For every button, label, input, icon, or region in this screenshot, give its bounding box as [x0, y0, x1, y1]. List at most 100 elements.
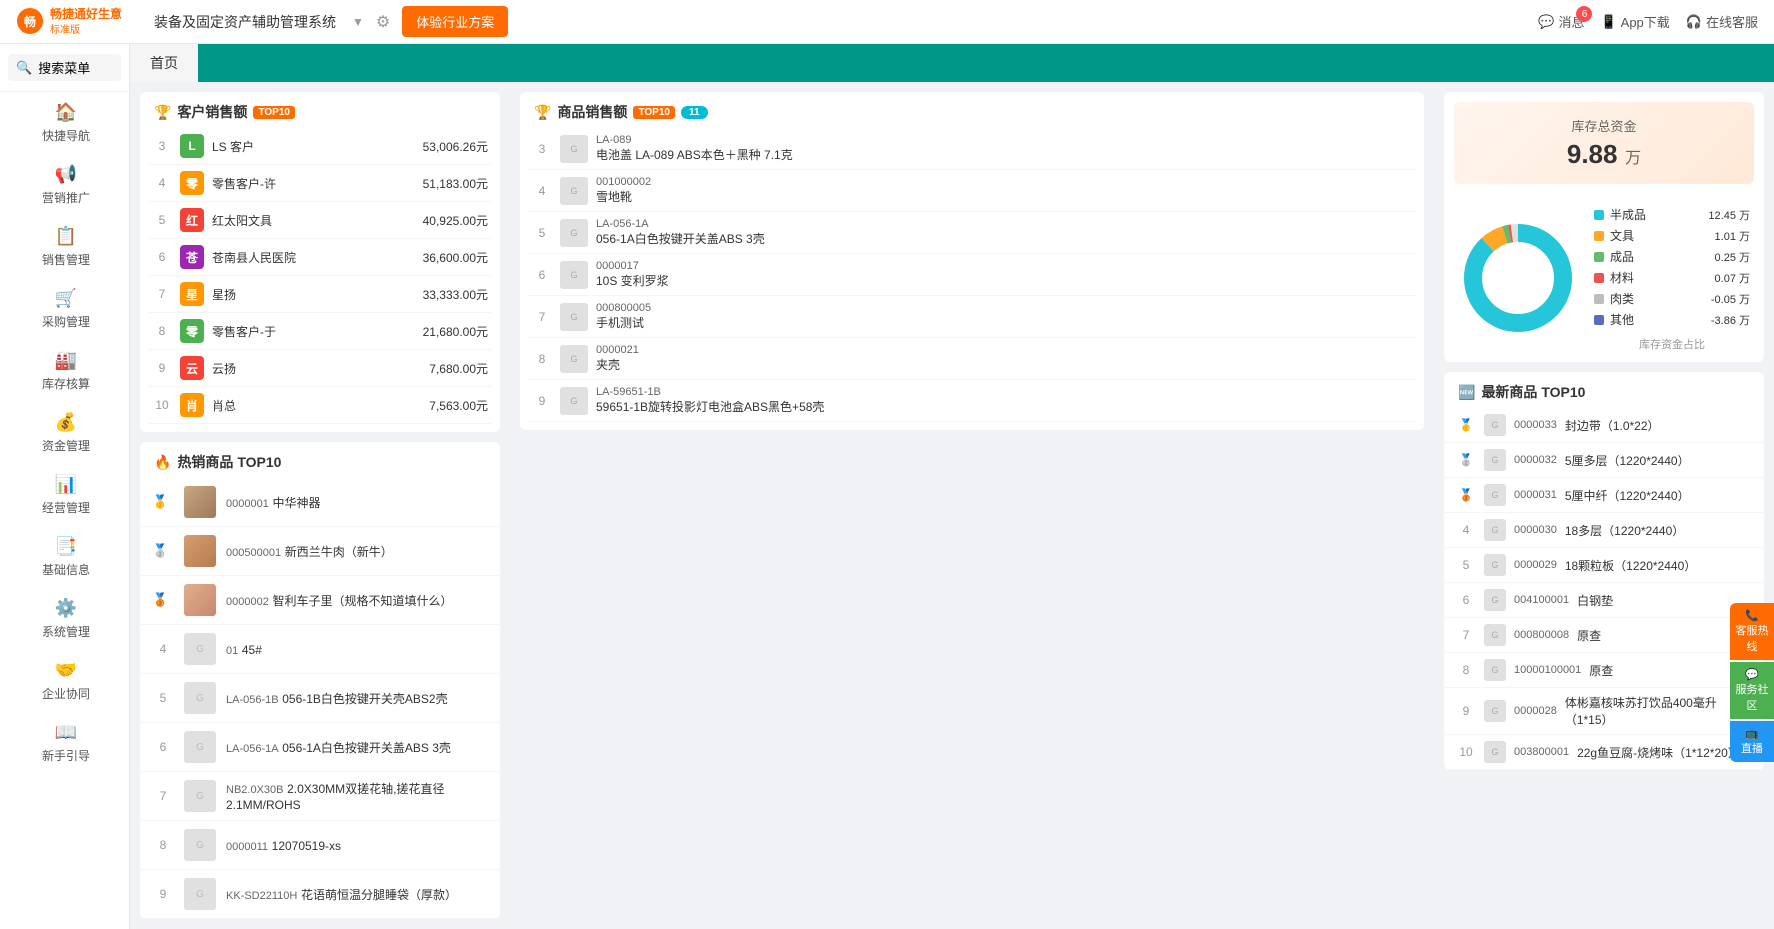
legend-val: -3.86 万 [1711, 312, 1750, 328]
latest-prod-4[interactable]: 4 G 0000030 18多层（1220*2440） [1444, 513, 1764, 548]
sidebar: 🔍 搜索菜单 🏠 快捷导航 📢 营销推广 📋 销售管理 🛒 采购管理 🏭 库存核… [0, 44, 130, 929]
hot-product-4[interactable]: 4 G 01 45# [140, 625, 500, 674]
sidebar-item-marketing[interactable]: 📢 营销推广 [0, 154, 129, 216]
customer-item-5[interactable]: 5 红 红太阳文具 40,925.00元 [148, 202, 492, 239]
sidebar-item-operations[interactable]: 📊 经营管理 [0, 464, 129, 526]
cust-amount: 53,006.26元 [423, 138, 488, 155]
cs-float: 📞 客服热线 💬 服务社区 📺 直播 [1730, 603, 1774, 762]
hot-products-header: 🔥 热销商品 TOP10 [140, 442, 500, 478]
customer-item-9[interactable]: 9 云 云扬 7,680.00元 [148, 350, 492, 387]
hot-product-9[interactable]: 9 G KK-SD22110H 花语萌恒温分腿睡袋（厚款） [140, 870, 500, 919]
cust-amount: 36,600.00元 [423, 249, 488, 266]
cust-name: LS 客户 [212, 138, 415, 155]
latest-prod-10[interactable]: 10 G 003800001 22g鱼豆腐-烧烤味（1*12*20） [1444, 735, 1764, 770]
hot-product-5[interactable]: 5 G LA-056-1B 056-1B白色按键开关壳ABS2壳 [140, 674, 500, 723]
product-item-7[interactable]: 7 G 000800005 手机测试 [528, 296, 1416, 338]
hot-prod-info: LA-056-1B 056-1B白色按键开关壳ABS2壳 [226, 690, 488, 707]
app-download-action[interactable]: 📱 App下载 [1600, 12, 1669, 31]
latest-prod-3[interactable]: 🥉 G 0000031 5厘中纤（1220*2440） [1444, 478, 1764, 513]
hot-products-title: 热销商品 TOP10 [177, 452, 281, 472]
hot-product-7[interactable]: 7 G NB2.0X30B 2.0X30MM双搓花轴,搓花直径2.1MM/ROH… [140, 772, 500, 821]
latest-products-card: 🆕 最新商品 TOP10 🥇 G 0000033 封边带（1.0*22） 🥈 [1444, 372, 1764, 770]
prod-details: LA-056-1A 056-1A白色按键开关盖ABS 3壳 [596, 218, 1412, 247]
ops-icon: 📊 [55, 474, 77, 495]
online-service-action[interactable]: 🎧 在线客服 [1686, 12, 1758, 31]
rank-num: 7 [152, 789, 174, 803]
hot-product-1[interactable]: 🥇 0000001 中华神器 [140, 478, 500, 527]
hot-product-6[interactable]: 6 G LA-056-1A 056-1A白色按键开关盖ABS 3壳 [140, 723, 500, 772]
rank-1-icon: 🥇 [152, 494, 174, 510]
sidebar-item-sales[interactable]: 📋 销售管理 [0, 216, 129, 278]
prod-img: G [560, 303, 588, 331]
donut-area: 半成品 12.45 万 文具 1.01 万 成品 0 [1444, 194, 1764, 362]
rank-num: 4 [152, 176, 172, 190]
cs-community-btn[interactable]: 💬 服务社区 [1730, 662, 1774, 719]
tab-home[interactable]: 首页 [130, 44, 198, 82]
prod-rank: 5 [532, 226, 552, 240]
latest-prod-8[interactable]: 8 G 10000100001 原查 [1444, 653, 1764, 688]
product-item-3[interactable]: 3 G LA-089 电池盖 LA-089 ABS本色＋黑种 7.1克 [528, 128, 1416, 170]
lp-img: G [1484, 659, 1506, 681]
cs-live-btn[interactable]: 📺 直播 [1730, 721, 1774, 762]
trial-btn[interactable]: 体验行业方案 [402, 6, 508, 37]
sidebar-item-system[interactable]: ⚙️ 系统管理 [0, 588, 129, 650]
customer-item-7[interactable]: 7 星 星扬 33,333.00元 [148, 276, 492, 313]
latest-prod-1[interactable]: 🥇 G 0000033 封边带（1.0*22） [1444, 408, 1764, 443]
sidebar-item-label: 销售管理 [42, 251, 90, 268]
message-action[interactable]: 💬 消息 6 [1538, 12, 1584, 31]
customer-item-6[interactable]: 6 苍 苍南县人民医院 36,600.00元 [148, 239, 492, 276]
system-dropdown-btn[interactable]: ▼ [352, 15, 364, 29]
legend-name: 材料 [1610, 269, 1709, 286]
customer-sales-title: 客户销售额 [177, 102, 247, 122]
sidebar-item-enterprise[interactable]: 🤝 企业协同 [0, 650, 129, 712]
rank-avatar: 红 [180, 208, 204, 232]
cs-hotline-btn[interactable]: 📞 客服热线 [1730, 603, 1774, 660]
hot-prod-code: 01 [226, 645, 238, 657]
legend-area: 半成品 12.45 万 文具 1.01 万 成品 0 [1594, 204, 1750, 352]
hot-product-2[interactable]: 🥈 000500001 新西兰牛肉（新牛） [140, 527, 500, 576]
latest-prod-9[interactable]: 9 G 0000028 体彬嘉核味苏打饮品400毫升（1*15） [1444, 688, 1764, 735]
rank-num: 6 [152, 740, 174, 754]
top-badge: TOP10 [253, 106, 295, 119]
customer-item-10[interactable]: 10 肖 肖总 7,563.00元 [148, 387, 492, 424]
hot-prod-code: 0000011 [226, 841, 268, 853]
sidebar-item-inventory[interactable]: 🏭 库存核算 [0, 340, 129, 402]
sidebar-item-quick[interactable]: 🏠 快捷导航 [0, 92, 129, 154]
lp-img: G [1484, 449, 1506, 471]
basic-icon: 📑 [55, 536, 77, 557]
latest-prod-7[interactable]: 7 G 000800008 原查 [1444, 618, 1764, 653]
product-item-4[interactable]: 4 G 001000002 雪地靴 [528, 170, 1416, 212]
product-item-5[interactable]: 5 G LA-056-1A 056-1A白色按键开关盖ABS 3壳 [528, 212, 1416, 254]
product-item-8[interactable]: 8 G 0000021 夹壳 [528, 338, 1416, 380]
lp-name: 体彬嘉核味苏打饮品400毫升（1*15） [1565, 694, 1752, 728]
hot-product-3[interactable]: 🥉 0000002 智利车子里（规格不知道填什么） [140, 576, 500, 625]
customer-item-3[interactable]: 3 L LS 客户 53,006.26元 [148, 128, 492, 165]
customer-item-4[interactable]: 4 零 零售客户-许 51,183.00元 [148, 165, 492, 202]
hot-prod-name: 花语萌恒温分腿睡袋（厚款） [301, 888, 457, 902]
sidebar-item-basic[interactable]: 📑 基础信息 [0, 526, 129, 588]
cust-amount: 33,333.00元 [423, 286, 488, 303]
legend-name: 成品 [1610, 248, 1709, 265]
lp-name: 18多层（1220*2440） [1565, 522, 1752, 539]
sidebar-item-guide[interactable]: 📖 新手引导 [0, 712, 129, 774]
hot-prod-img: G [184, 731, 216, 763]
customer-item-8[interactable]: 8 零 零售客户-于 21,680.00元 [148, 313, 492, 350]
nav-tabs: 首页 [130, 44, 1774, 82]
hot-prod-info: LA-056-1A 056-1A白色按键开关盖ABS 3壳 [226, 739, 488, 756]
sidebar-item-purchase[interactable]: 🛒 采购管理 [0, 278, 129, 340]
settings-btn[interactable]: ⚙ [372, 8, 394, 36]
prod-code: LA-056-1A [596, 218, 1412, 230]
home-icon: 🏠 [55, 102, 77, 123]
cust-amount: 7,563.00元 [429, 397, 488, 414]
sidebar-search-area[interactable]: 🔍 搜索菜单 [0, 44, 129, 92]
sidebar-item-finance[interactable]: 💰 资金管理 [0, 402, 129, 464]
product-item-9[interactable]: 9 G LA-59651-1B 59651-1B旋转投影灯电池盒ABS黑色+58… [528, 380, 1416, 422]
lp-img: G [1484, 700, 1506, 722]
hot-product-8[interactable]: 8 G 0000011 12070519-xs [140, 821, 500, 870]
product-item-6[interactable]: 6 G 0000017 10S 变利罗浆 [528, 254, 1416, 296]
latest-prod-2[interactable]: 🥈 G 0000032 5厘多层（1220*2440） [1444, 443, 1764, 478]
legend-dot [1594, 210, 1604, 220]
lp-rank: 4 [1456, 523, 1476, 537]
latest-prod-6[interactable]: 6 G 004100001 白钢垫 [1444, 583, 1764, 618]
latest-prod-5[interactable]: 5 G 0000029 18颗粒板（1220*2440） [1444, 548, 1764, 583]
